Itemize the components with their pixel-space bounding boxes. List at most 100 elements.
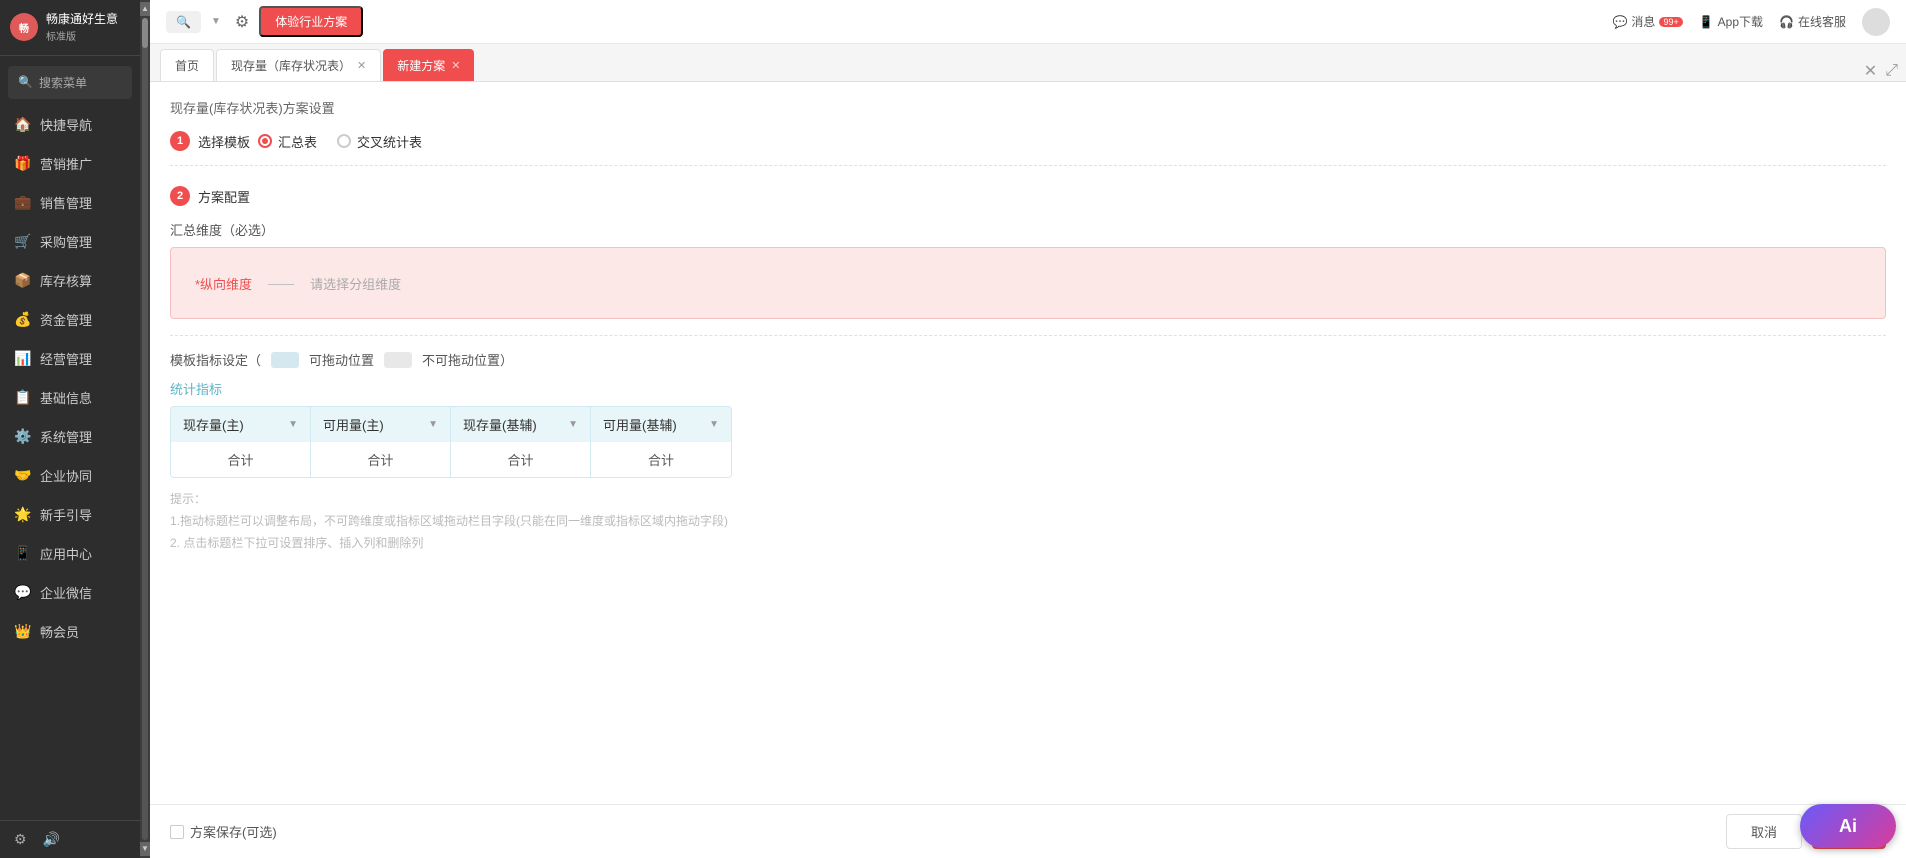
sidebar-item-newbie-label: 新手引导 bbox=[40, 505, 92, 524]
sidebar-item-newbie[interactable]: 🌟 新手引导 bbox=[0, 495, 140, 534]
sidebar-item-corp[interactable]: 🤝 企业协同 bbox=[0, 456, 140, 495]
sidebar-item-apps[interactable]: 📱 应用中心 bbox=[0, 534, 140, 573]
app-subtitle: 标准版 bbox=[46, 28, 118, 43]
scroll-down-btn[interactable]: ▼ bbox=[140, 842, 150, 856]
sidebar-scrollbar[interactable]: ▲ ▼ bbox=[140, 0, 150, 858]
main-area: 🔍 ▼ ⚙ 体验行业方案 💬 消息 99+ 📱 App下载 🎧 在线客服 首页 bbox=[150, 0, 1906, 858]
section-template: 1 选择模板 汇总表 交叉统计表 bbox=[170, 131, 1886, 166]
sidebar-item-purchase-label: 采购管理 bbox=[40, 232, 92, 251]
ai-label: Ai bbox=[1839, 816, 1857, 837]
basic-icon: 📋 bbox=[14, 389, 32, 406]
col-dropdown-0[interactable]: ▼ bbox=[288, 419, 298, 430]
stat-col-header-1[interactable]: 可用量(主) ▼ bbox=[311, 407, 451, 442]
stat-col-header-0[interactable]: 现存量(主) ▼ bbox=[171, 407, 311, 442]
dimension-line: —— bbox=[268, 276, 294, 291]
stat-col-header-2[interactable]: 现存量(基辅) ▼ bbox=[451, 407, 591, 442]
col-dropdown-1[interactable]: ▼ bbox=[428, 419, 438, 430]
marketing-icon: 🎁 bbox=[14, 155, 32, 172]
sidebar-item-basic[interactable]: 📋 基础信息 bbox=[0, 378, 140, 417]
bottom-bar: 方案保存(可选) 取消 查询 bbox=[150, 804, 1906, 858]
app-logo: 畅 bbox=[10, 13, 38, 41]
stat-table-header: 现存量(主) ▼ 可用量(主) ▼ 现存量(基辅) ▼ 可用量(基辅) bbox=[171, 407, 731, 442]
tabbar: 首页 现存量（库存状况表） ✕ 新建方案 ✕ ✕ ⤢ bbox=[150, 44, 1906, 82]
topbar-settings-icon[interactable]: ⚙ bbox=[235, 12, 249, 32]
wechat-icon: 💬 bbox=[14, 584, 32, 601]
online-service-label: 在线客服 bbox=[1798, 13, 1846, 30]
topbar-dropdown-btn[interactable]: ▼ bbox=[211, 16, 221, 27]
sidebar-item-inventory[interactable]: 📦 库存核算 bbox=[0, 261, 140, 300]
user-avatar[interactable] bbox=[1862, 8, 1890, 36]
tips-title: 提示： bbox=[170, 490, 1886, 507]
sidebar-item-quicknav[interactable]: 🏠 快捷导航 bbox=[0, 105, 140, 144]
topbar-search[interactable]: 🔍 bbox=[166, 11, 201, 33]
tab-new[interactable]: 新建方案 ✕ bbox=[383, 49, 474, 81]
sidebar-search-label: 搜索菜单 bbox=[39, 74, 87, 91]
sidebar-item-corp-label: 企业协同 bbox=[40, 466, 92, 485]
non-draggable-badge bbox=[384, 352, 412, 368]
sidebar-item-inventory-label: 库存核算 bbox=[40, 271, 92, 290]
page-title: 现存量(库存状况表)方案设置 bbox=[170, 98, 1886, 117]
inventory-icon: 📦 bbox=[14, 272, 32, 289]
expand-panel-btn[interactable]: ⤢ bbox=[1885, 62, 1898, 80]
col-dropdown-3[interactable]: ▼ bbox=[709, 419, 719, 430]
headset-icon: 🎧 bbox=[1779, 15, 1794, 29]
save-checkbox-box bbox=[170, 825, 184, 839]
message-btn[interactable]: 💬 消息 99+ bbox=[1612, 13, 1682, 30]
topbar-search-icon: 🔍 bbox=[176, 15, 191, 29]
topbar-right: 💬 消息 99+ 📱 App下载 🎧 在线客服 bbox=[1612, 8, 1890, 36]
app-download-btn[interactable]: 📱 App下载 bbox=[1699, 13, 1763, 30]
message-badge: 99+ bbox=[1659, 17, 1682, 27]
section2-num: 2 bbox=[170, 186, 190, 206]
sidebar-item-sales[interactable]: 💼 销售管理 bbox=[0, 183, 140, 222]
sidebar-item-wechat-label: 企业微信 bbox=[40, 583, 92, 602]
app-download-icon: 📱 bbox=[1699, 15, 1714, 29]
template-options: 汇总表 交叉统计表 bbox=[258, 132, 422, 151]
app-title-block: 畅康通好生意 标准版 bbox=[46, 12, 118, 43]
tips-item1: 1.拖动标题栏可以调整布局，不可跨维度或指标区域拖动栏目字段(只能在同一维度或指… bbox=[170, 511, 1886, 533]
tab-new-label: 新建方案 bbox=[397, 57, 445, 74]
radio-cross[interactable]: 交叉统计表 bbox=[337, 132, 422, 151]
divider2 bbox=[170, 335, 1886, 336]
help-footer-icon[interactable]: 🔊 bbox=[43, 831, 60, 848]
sidebar-item-finance[interactable]: 💰 资金管理 bbox=[0, 300, 140, 339]
sidebar-item-system[interactable]: ⚙️ 系统管理 bbox=[0, 417, 140, 456]
stat-body-label-3: 合计 bbox=[648, 450, 674, 469]
scroll-up-btn[interactable]: ▲ bbox=[140, 2, 150, 16]
section1-num: 1 bbox=[170, 131, 190, 151]
sidebar-search[interactable]: 🔍 搜索菜单 bbox=[8, 66, 132, 99]
tab-inventory-close[interactable]: ✕ bbox=[357, 59, 366, 72]
ai-corner-button[interactable]: Ai bbox=[1800, 804, 1896, 848]
stat-col-label-1: 可用量(主) bbox=[323, 415, 384, 434]
trial-btn[interactable]: 体验行业方案 bbox=[259, 6, 363, 37]
sidebar-item-operation[interactable]: 📊 经营管理 bbox=[0, 339, 140, 378]
sidebar-item-marketing[interactable]: 🎁 营销推广 bbox=[0, 144, 140, 183]
tab-new-close[interactable]: ✕ bbox=[451, 59, 460, 72]
quicknav-icon: 🏠 bbox=[14, 116, 32, 133]
tab-home[interactable]: 首页 bbox=[160, 49, 214, 81]
finance-icon: 💰 bbox=[14, 311, 32, 328]
member-icon: 👑 bbox=[14, 623, 32, 640]
stat-col-label-2: 现存量(基辅) bbox=[463, 415, 537, 434]
save-checkbox[interactable]: 方案保存(可选) bbox=[170, 822, 277, 841]
dimension-field-label: *纵向维度 bbox=[195, 274, 252, 293]
tab-inventory[interactable]: 现存量（库存状况表） ✕ bbox=[216, 49, 381, 81]
close-panel-btn[interactable]: ✕ bbox=[1864, 61, 1877, 81]
col-dropdown-2[interactable]: ▼ bbox=[568, 419, 578, 430]
cancel-button[interactable]: 取消 bbox=[1726, 814, 1802, 849]
sidebar-item-system-label: 系统管理 bbox=[40, 427, 92, 446]
stat-col-header-3[interactable]: 可用量(基辅) ▼ bbox=[591, 407, 731, 442]
sidebar-item-wechat[interactable]: 💬 企业微信 bbox=[0, 573, 140, 612]
purchase-icon: 🛒 bbox=[14, 233, 32, 250]
sidebar-item-member[interactable]: 👑 畅会员 bbox=[0, 612, 140, 651]
sidebar-item-sales-label: 销售管理 bbox=[40, 193, 92, 212]
dimension-placeholder: 请选择分组维度 bbox=[310, 274, 401, 293]
sidebar-item-purchase[interactable]: 🛒 采购管理 bbox=[0, 222, 140, 261]
dimension-area[interactable]: *纵向维度 —— 请选择分组维度 bbox=[170, 247, 1886, 319]
indicator-non-draggable-text: 不可拖动位置） bbox=[422, 350, 513, 369]
settings-footer-icon[interactable]: ⚙ bbox=[14, 831, 27, 848]
radio-summary[interactable]: 汇总表 bbox=[258, 132, 317, 151]
section2-header: 2 方案配置 bbox=[170, 186, 1886, 206]
online-service-btn[interactable]: 🎧 在线客服 bbox=[1779, 13, 1846, 30]
stat-table: 现存量(主) ▼ 可用量(主) ▼ 现存量(基辅) ▼ 可用量(基辅) bbox=[170, 406, 732, 478]
sidebar-item-apps-label: 应用中心 bbox=[40, 544, 92, 563]
